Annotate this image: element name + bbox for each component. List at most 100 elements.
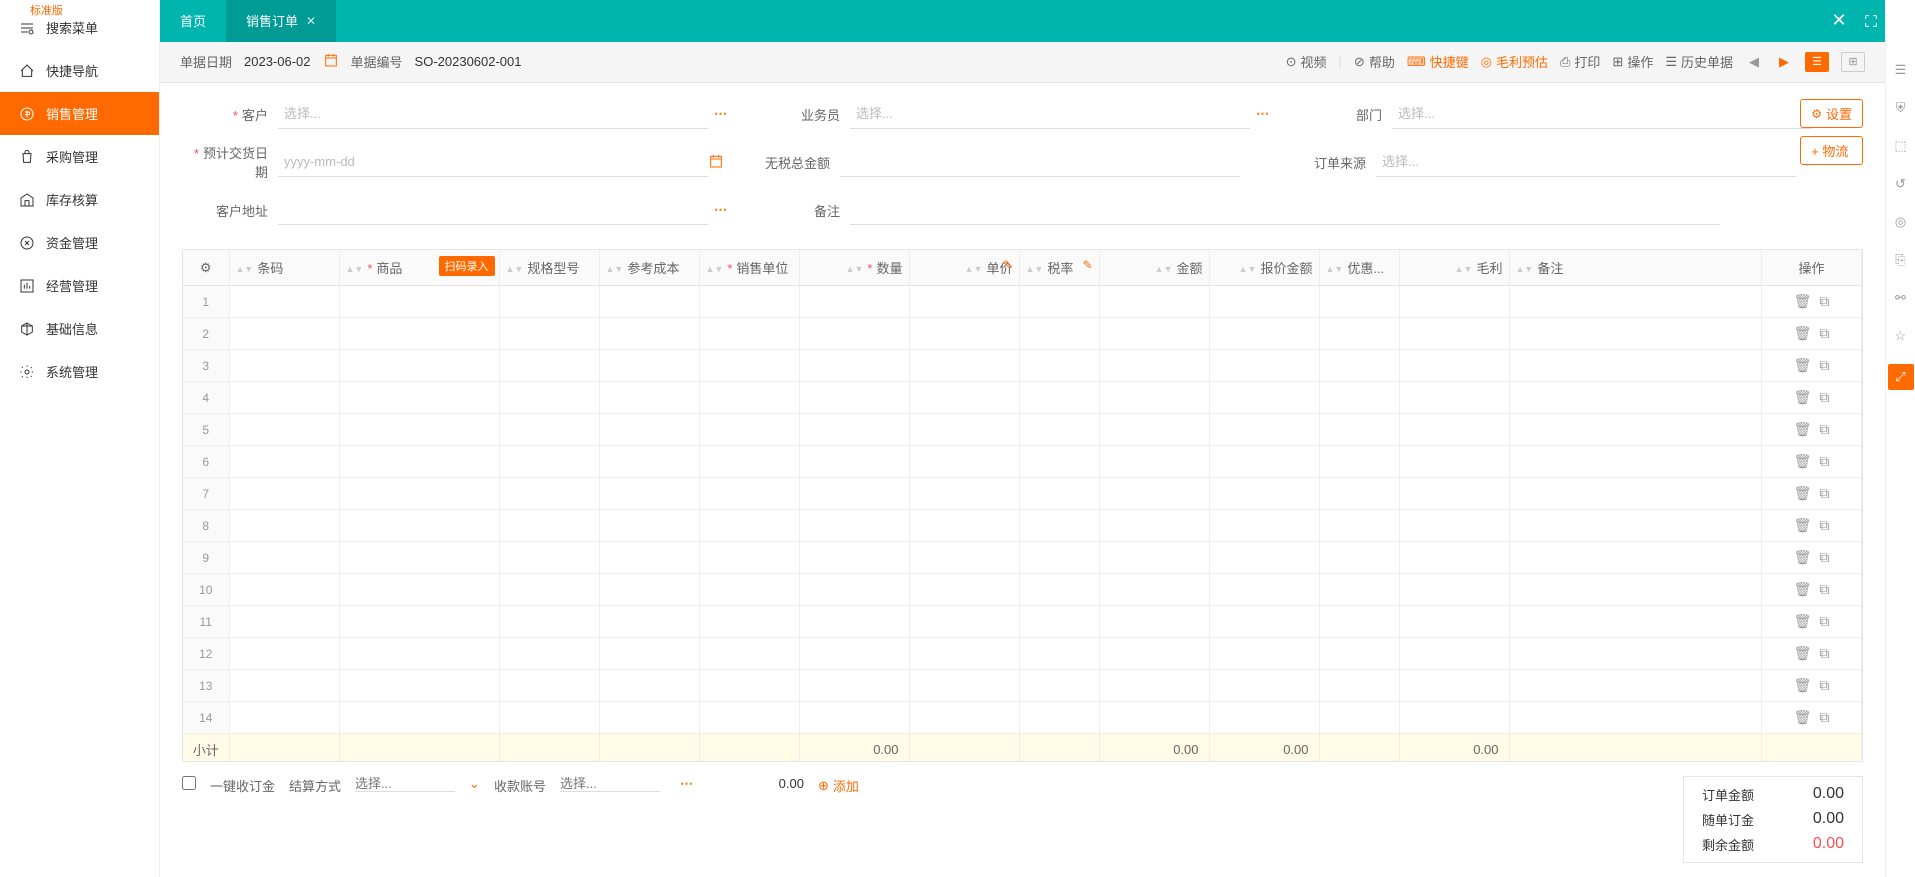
dept-input[interactable] <box>1392 99 1812 129</box>
delete-row-icon[interactable]: 🗑 <box>1794 613 1812 629</box>
notax-input[interactable] <box>840 147 1240 177</box>
sidebar-item-finance[interactable]: 资金管理 <box>0 221 159 264</box>
col-quote[interactable]: ▲▼报价金额 <box>1209 250 1319 286</box>
col-amount[interactable]: ▲▼金额 <box>1099 250 1209 286</box>
table-row[interactable]: 1🗑⧉ <box>183 286 1862 318</box>
table-row[interactable]: 12🗑⧉ <box>183 638 1862 670</box>
delete-row-icon[interactable]: 🗑 <box>1794 357 1812 373</box>
sidebar-item-nav[interactable]: 快捷导航 <box>0 49 159 92</box>
rb-list-icon[interactable]: ☰ <box>1891 60 1911 80</box>
delivery-calendar-icon[interactable] <box>708 153 724 172</box>
account-select[interactable] <box>560 776 660 792</box>
delete-row-icon[interactable]: 🗑 <box>1794 709 1812 725</box>
delete-row-icon[interactable]: 🗑 <box>1794 677 1812 693</box>
settings-button[interactable]: ⚙ 设置 <box>1800 99 1863 128</box>
tab-close-icon[interactable]: ✕ <box>306 14 316 28</box>
rb-star-icon[interactable]: ☆ <box>1891 326 1911 346</box>
col-gear[interactable]: ⚙ <box>183 250 229 286</box>
sidebar-item-inventory[interactable]: 库存核算 <box>0 178 159 221</box>
table-row[interactable]: 2🗑⧉ <box>183 318 1862 350</box>
print-link[interactable]: ⎙ 打印 <box>1560 52 1600 71</box>
operate-link[interactable]: ⊞ 操作 <box>1612 52 1653 71</box>
col-spec[interactable]: ▲▼规格型号 <box>499 250 599 286</box>
prev-doc[interactable]: ◀ <box>1745 54 1763 70</box>
copy-row-icon[interactable]: ⧉ <box>1819 581 1829 597</box>
salesman-input[interactable] <box>850 99 1250 129</box>
delete-row-icon[interactable]: 🗑 <box>1794 453 1812 469</box>
sidebar-item-business[interactable]: 经营管理 <box>0 264 159 307</box>
table-row[interactable]: 7🗑⧉ <box>183 478 1862 510</box>
settle-select[interactable] <box>355 776 455 792</box>
col-profit[interactable]: ▲▼毛利 <box>1399 250 1509 286</box>
close-all-tabs[interactable]: ✕ <box>1821 0 1857 42</box>
rb-expand-icon[interactable]: ⤢ <box>1888 364 1914 390</box>
col-taxrate[interactable]: ▲▼税率✎ <box>1019 250 1099 286</box>
col-discount[interactable]: ▲▼优惠... <box>1319 250 1399 286</box>
delete-row-icon[interactable]: 🗑 <box>1794 485 1812 501</box>
rb-link-icon[interactable]: ⚯ <box>1891 288 1911 308</box>
salesman-lookup-icon[interactable]: ⋯ <box>1250 106 1276 122</box>
delete-row-icon[interactable]: 🗑 <box>1794 645 1812 661</box>
tab-home[interactable]: 首页 <box>160 0 226 42</box>
delete-row-icon[interactable]: 🗑 <box>1794 325 1812 341</box>
calendar-icon[interactable] <box>323 52 339 71</box>
sidebar-item-sales[interactable]: 销售管理 <box>0 92 159 135</box>
delete-row-icon[interactable]: 🗑 <box>1794 389 1812 405</box>
table-row[interactable]: 3🗑⧉ <box>183 350 1862 382</box>
scan-badge[interactable]: 扫码录入 <box>439 256 495 276</box>
rb-shield-icon[interactable]: ⛨ <box>1891 98 1911 118</box>
sidebar-item-search[interactable]: 搜索菜单 <box>0 6 159 49</box>
copy-row-icon[interactable]: ⧉ <box>1819 709 1829 725</box>
date-value[interactable]: 2023-06-02 <box>244 54 311 69</box>
account-lookup-icon[interactable]: ⋯ <box>674 776 700 792</box>
add-payment-button[interactable]: ⊕ 添加 <box>818 776 859 795</box>
col-remark[interactable]: ▲▼备注 <box>1509 250 1762 286</box>
copy-row-icon[interactable]: ⧉ <box>1819 325 1829 341</box>
shortcut-link[interactable]: ⌨ 快捷键 <box>1407 52 1469 71</box>
rb-ticket-icon[interactable]: ⎘ <box>1891 250 1911 270</box>
rb-coin-icon[interactable]: ◎ <box>1891 212 1911 232</box>
copy-row-icon[interactable]: ⧉ <box>1819 517 1829 533</box>
delivery-input[interactable] <box>278 147 708 177</box>
view-mode-detail[interactable]: ☰ <box>1805 52 1829 72</box>
col-qty[interactable]: ▲▼*数量 <box>799 250 909 286</box>
copy-row-icon[interactable]: ⧉ <box>1819 645 1829 661</box>
fullscreen-icon[interactable] <box>1857 0 1885 42</box>
table-row[interactable]: 9🗑⧉ <box>183 542 1862 574</box>
delete-row-icon[interactable]: 🗑 <box>1794 421 1812 437</box>
table-row[interactable]: 13🗑⧉ <box>183 670 1862 702</box>
remark-input[interactable] <box>850 195 1720 225</box>
profit-link[interactable]: ◎ 毛利预估 <box>1481 52 1548 71</box>
table-row[interactable]: 8🗑⧉ <box>183 510 1862 542</box>
copy-row-icon[interactable]: ⧉ <box>1819 677 1829 693</box>
copy-row-icon[interactable]: ⧉ <box>1819 389 1829 405</box>
help-link[interactable]: ⊘ 帮助 <box>1354 52 1395 71</box>
delete-row-icon[interactable]: 🗑 <box>1794 293 1812 309</box>
tab-sales-order[interactable]: 销售订单 ✕ <box>226 0 336 42</box>
address-input[interactable] <box>278 195 708 225</box>
next-doc[interactable]: ▶ <box>1775 54 1793 70</box>
edit-icon[interactable]: ✎ <box>1002 258 1012 272</box>
view-mode-grid[interactable]: ⊞ <box>1841 52 1865 72</box>
col-price[interactable]: ▲▼单价✎ <box>909 250 1019 286</box>
logistics-button[interactable]: + 物流 <box>1800 136 1863 165</box>
copy-row-icon[interactable]: ⧉ <box>1819 357 1829 373</box>
col-barcode[interactable]: ▲▼条码 <box>229 250 339 286</box>
customer-lookup-icon[interactable]: ⋯ <box>708 106 734 122</box>
copy-row-icon[interactable]: ⧉ <box>1819 549 1829 565</box>
settle-dropdown-icon[interactable]: ⌄ <box>469 776 480 792</box>
source-input[interactable] <box>1376 147 1796 177</box>
sidebar-item-system[interactable]: 系统管理 <box>0 350 159 393</box>
sidebar-item-basic[interactable]: 基础信息 <box>0 307 159 350</box>
table-row[interactable]: 5🗑⧉ <box>183 414 1862 446</box>
address-lookup-icon[interactable]: ⋯ <box>708 202 734 218</box>
copy-row-icon[interactable]: ⧉ <box>1819 613 1829 629</box>
copy-row-icon[interactable]: ⧉ <box>1819 453 1829 469</box>
table-row[interactable]: 14🗑⧉ <box>183 702 1862 734</box>
copy-row-icon[interactable]: ⧉ <box>1819 293 1829 309</box>
col-refcost[interactable]: ▲▼参考成本 <box>599 250 699 286</box>
rb-stock-icon[interactable]: ⬚ <box>1891 136 1911 156</box>
col-product[interactable]: ▲▼*商品扫码录入 <box>339 250 499 286</box>
table-row[interactable]: 4🗑⧉ <box>183 382 1862 414</box>
video-link[interactable]: ⊙ 视频 <box>1286 52 1327 71</box>
